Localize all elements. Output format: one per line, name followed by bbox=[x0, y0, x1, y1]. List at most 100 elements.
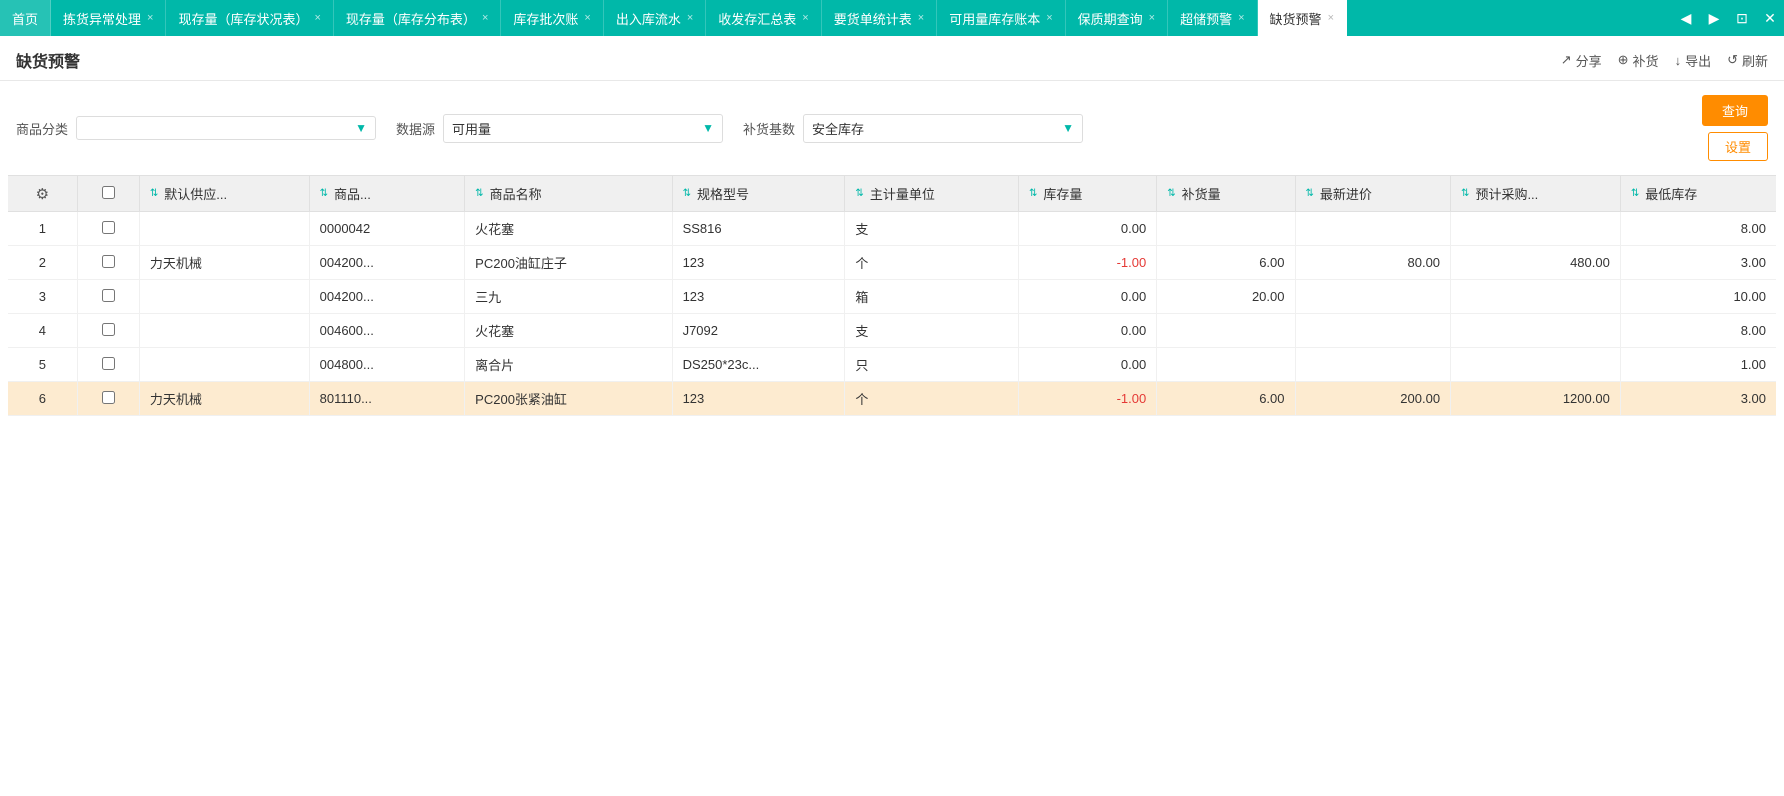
settings-button[interactable]: 设置 bbox=[1708, 132, 1768, 161]
cell-name-4: 离合片 bbox=[465, 348, 672, 382]
th-replenish[interactable]: ⇅ 补货量 bbox=[1157, 176, 1295, 212]
nav-maximize-button[interactable]: ⊡ bbox=[1728, 0, 1756, 36]
replenish-button[interactable]: ⊕ 补货 bbox=[1618, 51, 1659, 70]
nav-tab-7[interactable]: 要货单统计表× bbox=[822, 0, 937, 36]
cell-checkbox-1[interactable] bbox=[77, 246, 139, 280]
header-actions: ↗ 分享 ⊕ 补货 ↓ 导出 ↺ 刷新 bbox=[1561, 51, 1768, 70]
nav-tab-close-5[interactable]: × bbox=[687, 12, 693, 24]
cell-code-3: 004600... bbox=[309, 314, 465, 348]
table-row: 6力天机械801110...PC200张紧油缸123个-1.006.00200.… bbox=[8, 382, 1776, 416]
cell-spec-2: 123 bbox=[672, 280, 845, 314]
cell-stock-5: -1.00 bbox=[1018, 382, 1156, 416]
cell-est_purchase-2 bbox=[1451, 280, 1621, 314]
sort-code-icon: ⇅ bbox=[320, 188, 328, 199]
nav-tab-2[interactable]: 现存量（库存状况表）× bbox=[166, 0, 333, 36]
row-checkbox-0[interactable] bbox=[102, 221, 115, 234]
nav-tab-4[interactable]: 库存批次账× bbox=[501, 0, 603, 36]
nav-tab-close-9[interactable]: × bbox=[1149, 12, 1155, 24]
cell-supplier-5: 力天机械 bbox=[139, 382, 309, 416]
export-button[interactable]: ↓ 导出 bbox=[1675, 51, 1712, 70]
nav-tab-close-8[interactable]: × bbox=[1046, 12, 1052, 24]
cell-name-5: PC200张紧油缸 bbox=[465, 382, 672, 416]
table-header-row: ⚙ ⇅ 默认供应... ⇅ 商品... bbox=[8, 176, 1776, 212]
cell-checkbox-0[interactable] bbox=[77, 212, 139, 246]
cell-min_stock-4: 1.00 bbox=[1620, 348, 1776, 382]
cell-stock-3: 0.00 bbox=[1018, 314, 1156, 348]
cell-code-2: 004200... bbox=[309, 280, 465, 314]
th-name[interactable]: ⇅ 商品名称 bbox=[465, 176, 672, 212]
nav-close-button[interactable]: ✕ bbox=[1756, 0, 1784, 36]
th-code[interactable]: ⇅ 商品... bbox=[309, 176, 465, 212]
nav-prev-arrow[interactable]: ◀ bbox=[1672, 0, 1700, 36]
cell-checkbox-5[interactable] bbox=[77, 382, 139, 416]
query-button[interactable]: 查询 bbox=[1702, 95, 1768, 126]
th-checkbox[interactable] bbox=[77, 176, 139, 212]
cell-spec-1: 123 bbox=[672, 246, 845, 280]
table-settings-gear-icon[interactable]: ⚙ bbox=[18, 185, 67, 203]
cell-replenish-5: 6.00 bbox=[1157, 382, 1295, 416]
nav-tab-3[interactable]: 现存量（库存分布表）× bbox=[334, 0, 501, 36]
th-unit[interactable]: ⇅ 主计量单位 bbox=[845, 176, 1019, 212]
cell-min_stock-5: 3.00 bbox=[1620, 382, 1776, 416]
nav-tab-10[interactable]: 超储预警× bbox=[1168, 0, 1257, 36]
cell-checkbox-3[interactable] bbox=[77, 314, 139, 348]
cell-name-3: 火花塞 bbox=[465, 314, 672, 348]
nav-tab-close-7[interactable]: × bbox=[918, 12, 924, 24]
replenish-icon: ⊕ bbox=[1618, 52, 1629, 68]
cell-code-0: 0000042 bbox=[309, 212, 465, 246]
refresh-button[interactable]: ↺ 刷新 bbox=[1727, 51, 1768, 70]
th-est-purchase[interactable]: ⇅ 预计采购... bbox=[1451, 176, 1621, 212]
th-supplier[interactable]: ⇅ 默认供应... bbox=[139, 176, 309, 212]
nav-tab-0[interactable]: 首页 bbox=[0, 0, 51, 36]
cell-stock-0: 0.00 bbox=[1018, 212, 1156, 246]
sort-stock-icon: ⇅ bbox=[1029, 188, 1037, 199]
th-min-stock[interactable]: ⇅ 最低库存 bbox=[1620, 176, 1776, 212]
nav-tab-9[interactable]: 保质期查询× bbox=[1066, 0, 1168, 36]
cell-latest_price-0 bbox=[1295, 212, 1451, 246]
cell-checkbox-4[interactable] bbox=[77, 348, 139, 382]
nav-next-arrow[interactable]: ▶ bbox=[1700, 0, 1728, 36]
nav-tab-close-10[interactable]: × bbox=[1238, 12, 1244, 24]
cell-index-3: 4 bbox=[8, 314, 77, 348]
th-spec[interactable]: ⇅ 规格型号 bbox=[672, 176, 845, 212]
nav-tab-close-2[interactable]: × bbox=[314, 12, 320, 24]
nav-tab-6[interactable]: 收发存汇总表× bbox=[706, 0, 821, 36]
th-name-label: 商品名称 bbox=[490, 184, 542, 203]
nav-tab-close-4[interactable]: × bbox=[584, 12, 590, 24]
cell-replenish-4 bbox=[1157, 348, 1295, 382]
th-latest-price[interactable]: ⇅ 最新进价 bbox=[1295, 176, 1451, 212]
cell-supplier-0 bbox=[139, 212, 309, 246]
cell-name-0: 火花塞 bbox=[465, 212, 672, 246]
nav-tab-8[interactable]: 可用量库存账本× bbox=[937, 0, 1065, 36]
share-button[interactable]: ↗ 分享 bbox=[1561, 51, 1602, 70]
category-select[interactable]: ▼ bbox=[76, 116, 376, 140]
row-checkbox-5[interactable] bbox=[102, 391, 115, 404]
row-checkbox-4[interactable] bbox=[102, 357, 115, 370]
row-checkbox-3[interactable] bbox=[102, 323, 115, 336]
nav-tab-close-1[interactable]: × bbox=[147, 12, 153, 24]
nav-tab-1[interactable]: 拣货异常处理× bbox=[51, 0, 166, 36]
th-settings[interactable]: ⚙ bbox=[8, 176, 77, 212]
cell-spec-5: 123 bbox=[672, 382, 845, 416]
nav-tab-11[interactable]: 缺货预警× bbox=[1258, 0, 1347, 36]
row-checkbox-1[interactable] bbox=[102, 255, 115, 268]
cell-latest_price-3 bbox=[1295, 314, 1451, 348]
cell-checkbox-2[interactable] bbox=[77, 280, 139, 314]
replenish-basis-select[interactable]: 安全库存 ▼ bbox=[803, 114, 1083, 143]
cell-unit-3: 支 bbox=[845, 314, 1019, 348]
select-all-checkbox[interactable] bbox=[102, 186, 115, 199]
nav-tab-close-11[interactable]: × bbox=[1328, 12, 1334, 24]
replenish-basis-arrow-icon: ▼ bbox=[1062, 121, 1074, 135]
datasource-select[interactable]: 可用量 ▼ bbox=[443, 114, 723, 143]
filter-action-buttons: 查询 设置 bbox=[1702, 95, 1768, 161]
cell-supplier-4 bbox=[139, 348, 309, 382]
th-stock[interactable]: ⇅ 库存量 bbox=[1018, 176, 1156, 212]
row-checkbox-2[interactable] bbox=[102, 289, 115, 302]
nav-tab-5[interactable]: 出入库流水× bbox=[604, 0, 706, 36]
cell-stock-4: 0.00 bbox=[1018, 348, 1156, 382]
cell-min_stock-2: 10.00 bbox=[1620, 280, 1776, 314]
nav-tab-close-3[interactable]: × bbox=[482, 12, 488, 24]
cell-supplier-2 bbox=[139, 280, 309, 314]
nav-tab-close-6[interactable]: × bbox=[802, 12, 808, 24]
cell-index-0: 1 bbox=[8, 212, 77, 246]
